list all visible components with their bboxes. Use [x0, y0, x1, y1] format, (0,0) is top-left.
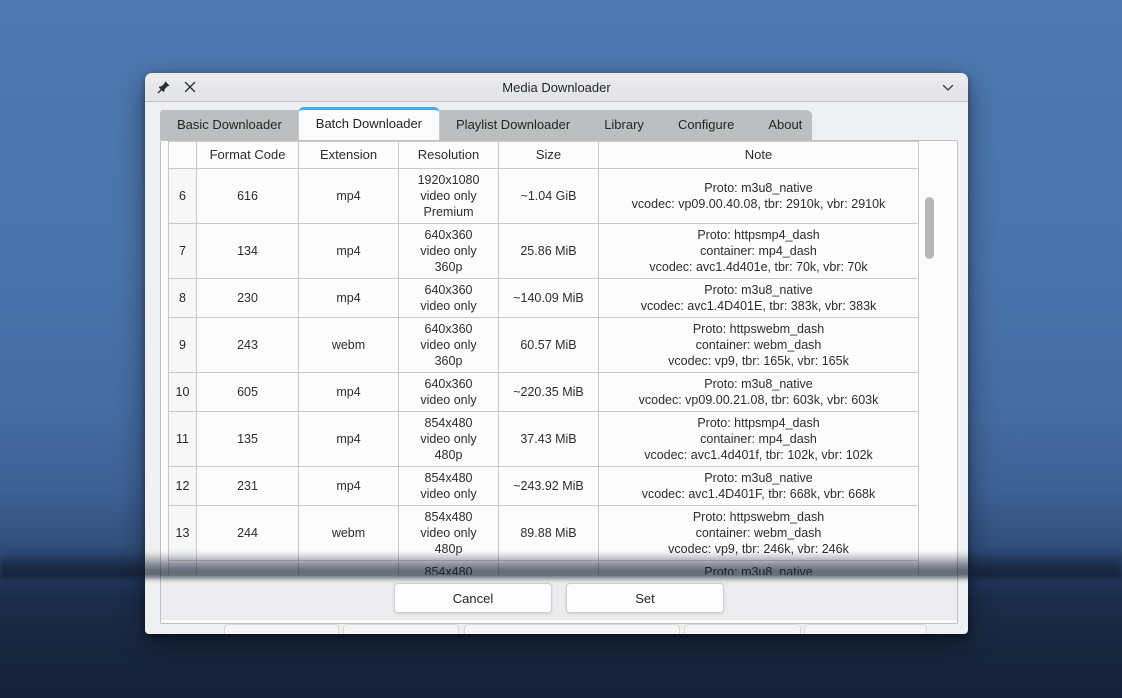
format-code-cell: 616	[197, 169, 299, 224]
size-cell: ~243.92 MiB	[499, 467, 599, 506]
table-row[interactable]: 854x480 Proto: m3u8_native	[169, 561, 919, 576]
extension-cell: mp4	[299, 279, 399, 318]
tab-basic-downloader[interactable]: Basic Downloader	[160, 110, 299, 140]
note-cell: Proto: httpswebm_dashcontainer: webm_das…	[599, 318, 919, 373]
format-code-cell: 243	[197, 318, 299, 373]
table-row[interactable]: 11135mp4854x480video only480p37.43 MiBPr…	[169, 412, 919, 467]
table-row[interactable]: 9243webm640x360video only360p60.57 MiBPr…	[169, 318, 919, 373]
format-code-cell: 244	[197, 506, 299, 561]
table-header-row: Format Code Extension Resolution Size No…	[169, 142, 919, 169]
set-button[interactable]: Set	[566, 583, 724, 613]
format-code-cell: 134	[197, 224, 299, 279]
table-row[interactable]: 10605mp4640x360video only~220.35 MiBProt…	[169, 373, 919, 412]
tab-bar: Basic Downloader Batch Downloader Playli…	[160, 110, 812, 140]
resolution-cell: 854x480video only480p	[399, 412, 499, 467]
note-cell: Proto: m3u8_nativevcodec: vp09.00.40.08,…	[599, 169, 919, 224]
extension-cell: mp4	[299, 224, 399, 279]
row-index-cell: 6	[169, 169, 197, 224]
table-row[interactable]: 8230mp4640x360video only~140.09 MiBProto…	[169, 279, 919, 318]
background-button-partial	[684, 624, 801, 634]
cancel-button[interactable]: Cancel	[394, 583, 552, 613]
header-size: Size	[499, 142, 599, 169]
resolution-cell: 854x480	[399, 561, 499, 576]
chevron-down-icon[interactable]	[940, 80, 955, 95]
dialog-footer: Cancel Set	[161, 575, 957, 620]
size-cell	[499, 561, 599, 576]
header-corner-cell	[169, 142, 197, 169]
note-cell: Proto: m3u8_nativevcodec: avc1.4D401E, t…	[599, 279, 919, 318]
note-cell: Proto: httpsmp4_dashcontainer: mp4_dashv…	[599, 224, 919, 279]
table-row[interactable]: 6616mp41920x1080video onlyPremium~1.04 G…	[169, 169, 919, 224]
window-title: Media Downloader	[145, 80, 968, 95]
desktop-background: Media Downloader Basic Downloader Batch …	[0, 0, 1122, 698]
format-code-cell: 135	[197, 412, 299, 467]
extension-cell: mp4	[299, 467, 399, 506]
extension-cell: mp4	[299, 169, 399, 224]
note-cell: Proto: m3u8_nativevcodec: vp09.00.21.08,…	[599, 373, 919, 412]
background-button-row	[160, 624, 956, 634]
format-table-body: 6616mp41920x1080video onlyPremium~1.04 G…	[169, 169, 919, 576]
row-index-cell: 8	[169, 279, 197, 318]
header-format-code: Format Code	[197, 142, 299, 169]
background-button-partial	[804, 624, 927, 634]
header-extension: Extension	[299, 142, 399, 169]
row-index-cell: 7	[169, 224, 197, 279]
media-downloader-window: Media Downloader Basic Downloader Batch …	[145, 73, 968, 634]
vertical-scrollbar-thumb[interactable]	[925, 197, 934, 259]
note-cell: Proto: httpswebm_dashcontainer: webm_das…	[599, 506, 919, 561]
resolution-cell: 854x480video only	[399, 467, 499, 506]
resolution-cell: 640x360video only360p	[399, 224, 499, 279]
table-row[interactable]: 12231mp4854x480video only~243.92 MiBProt…	[169, 467, 919, 506]
format-code-cell: 605	[197, 373, 299, 412]
extension-cell	[299, 561, 399, 576]
size-cell: 60.57 MiB	[499, 318, 599, 373]
format-table-viewport: Format Code Extension Resolution Size No…	[161, 141, 957, 575]
note-cell: Proto: m3u8_nativevcodec: avc1.4D401F, t…	[599, 467, 919, 506]
table-row[interactable]: 7134mp4640x360video only360p25.86 MiBPro…	[169, 224, 919, 279]
resolution-cell: 640x360video only360p	[399, 318, 499, 373]
tab-playlist-downloader[interactable]: Playlist Downloader	[439, 110, 587, 140]
row-index-cell: 12	[169, 467, 197, 506]
extension-cell: webm	[299, 506, 399, 561]
size-cell: ~140.09 MiB	[499, 279, 599, 318]
tab-library[interactable]: Library	[587, 110, 661, 140]
background-button-partial	[224, 624, 339, 634]
header-resolution: Resolution	[399, 142, 499, 169]
row-index-cell: 10	[169, 373, 197, 412]
table-row[interactable]: 13244webm854x480video only480p89.88 MiBP…	[169, 506, 919, 561]
header-note: Note	[599, 142, 919, 169]
extension-cell: mp4	[299, 412, 399, 467]
tab-batch-downloader[interactable]: Batch Downloader	[299, 107, 439, 140]
format-code-cell	[197, 561, 299, 576]
size-cell: 89.88 MiB	[499, 506, 599, 561]
extension-cell: webm	[299, 318, 399, 373]
note-cell: Proto: httpsmp4_dashcontainer: mp4_dashv…	[599, 412, 919, 467]
resolution-cell: 640x360video only	[399, 373, 499, 412]
size-cell: ~1.04 GiB	[499, 169, 599, 224]
size-cell: 37.43 MiB	[499, 412, 599, 467]
extension-cell: mp4	[299, 373, 399, 412]
tab-configure[interactable]: Configure	[661, 110, 751, 140]
format-selector-panel: Format Code Extension Resolution Size No…	[160, 140, 958, 624]
background-button-partial	[464, 624, 680, 634]
note-cell: Proto: m3u8_native	[599, 561, 919, 576]
format-code-cell: 231	[197, 467, 299, 506]
resolution-cell: 640x360video only	[399, 279, 499, 318]
size-cell: ~220.35 MiB	[499, 373, 599, 412]
resolution-cell: 1920x1080video onlyPremium	[399, 169, 499, 224]
background-button-partial	[343, 624, 459, 634]
row-index-cell: 11	[169, 412, 197, 467]
size-cell: 25.86 MiB	[499, 224, 599, 279]
resolution-cell: 854x480video only480p	[399, 506, 499, 561]
format-table: Format Code Extension Resolution Size No…	[168, 141, 919, 575]
row-index-cell	[169, 561, 197, 576]
format-code-cell: 230	[197, 279, 299, 318]
titlebar: Media Downloader	[145, 73, 968, 102]
row-index-cell: 9	[169, 318, 197, 373]
tab-about[interactable]: About	[751, 110, 819, 140]
row-index-cell: 13	[169, 506, 197, 561]
